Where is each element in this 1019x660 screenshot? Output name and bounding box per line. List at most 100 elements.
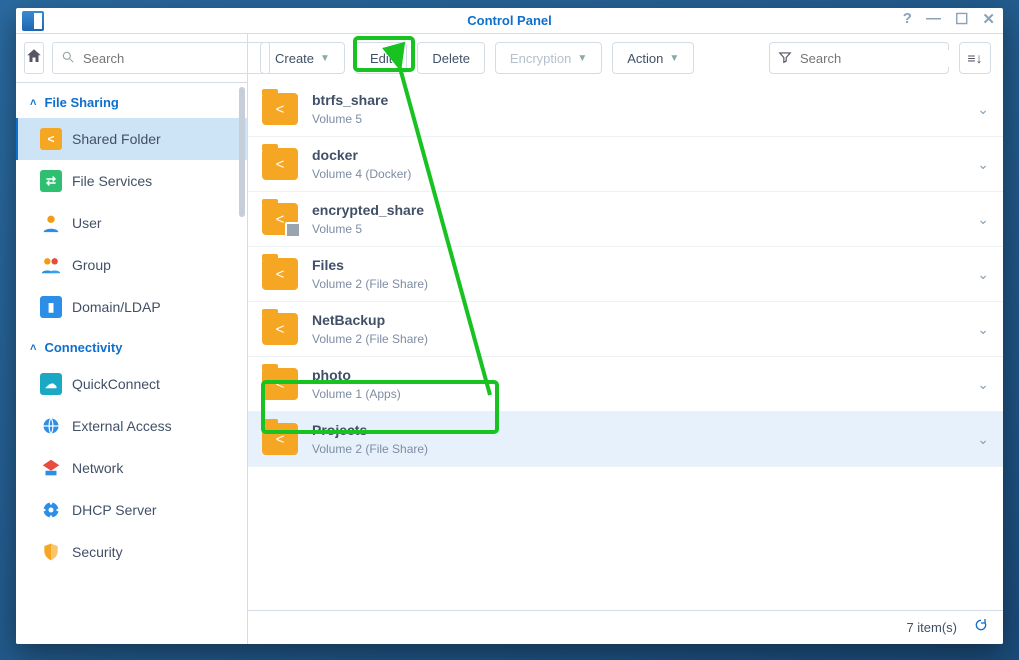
settings-toggle-button[interactable]: ≡↓	[959, 42, 991, 74]
network-icon	[40, 457, 62, 479]
folder-row[interactable]: < Files Volume 2 (File Share) ⌄	[248, 247, 1003, 302]
share-folder-icon: <	[40, 128, 62, 150]
sidebar-search-input[interactable]	[81, 50, 261, 67]
sidebar-item-user[interactable]: User	[16, 202, 247, 244]
maximize-button[interactable]: ☐	[955, 10, 968, 28]
folder-name: btrfs_share	[312, 92, 963, 108]
app-icon	[22, 11, 44, 31]
sidebar-item-label: Security	[72, 544, 123, 560]
sidebar-item-security[interactable]: Security	[16, 531, 247, 573]
chevron-up-icon: ˄	[30, 97, 36, 109]
chevron-down-icon[interactable]: ⌄	[977, 266, 989, 283]
caret-down-icon: ▼	[320, 53, 330, 64]
chevron-down-icon[interactable]: ⌄	[977, 211, 989, 228]
id-icon: ▮	[40, 296, 62, 318]
button-label: Delete	[432, 51, 470, 66]
home-icon	[25, 47, 43, 70]
toolbar-search[interactable]	[769, 42, 949, 74]
folder-sub: Volume 1 (Apps)	[312, 387, 963, 401]
folder-sub: Volume 5	[312, 222, 963, 236]
chevron-down-icon[interactable]: ⌄	[977, 156, 989, 173]
sidebar-item-label: External Access	[72, 418, 172, 434]
window: Control Panel ? — ☐ ✕	[16, 8, 1003, 644]
sidebar-item-network[interactable]: Network	[16, 447, 247, 489]
close-button[interactable]: ✕	[982, 10, 995, 28]
refresh-button[interactable]	[973, 617, 989, 638]
user-icon	[40, 212, 62, 234]
folder-sub: Volume 2 (File Share)	[312, 277, 963, 291]
section-header-connectivity[interactable]: ˄ Connectivity	[16, 328, 247, 363]
folder-name: Files	[312, 257, 963, 273]
sidebar-item-label: User	[72, 215, 102, 231]
folder-row[interactable]: < btrfs_share Volume 5 ⌄	[248, 82, 1003, 137]
share-folder-icon: <	[262, 148, 298, 180]
button-label: Create	[275, 51, 314, 66]
toolbar-search-input[interactable]	[798, 50, 978, 67]
folder-sub: Volume 2 (File Share)	[312, 442, 963, 456]
sidebar-item-label: File Services	[72, 173, 152, 189]
titlebar: Control Panel ? — ☐ ✕	[16, 8, 1003, 34]
button-label: Encryption	[510, 51, 571, 66]
shared-folder-list: < btrfs_share Volume 5 ⌄ < docker Volume 4 (Do…	[248, 82, 1003, 610]
action-button[interactable]: Action ▼	[612, 42, 694, 74]
chevron-up-icon: ˄	[30, 342, 36, 354]
sidebar-search[interactable]	[52, 42, 270, 74]
sidebar-item-domain-ldap[interactable]: ▮ Domain/LDAP	[16, 286, 247, 328]
sidebar-item-dhcp-server[interactable]: DHCP Server	[16, 489, 247, 531]
section-label: Connectivity	[44, 340, 122, 355]
folder-row[interactable]: < docker Volume 4 (Docker) ⌄	[248, 137, 1003, 192]
delete-button[interactable]: Delete	[417, 42, 485, 74]
group-icon	[40, 254, 62, 276]
caret-down-icon: ▼	[669, 53, 679, 64]
pin-button[interactable]: ?	[903, 10, 912, 28]
dhcp-icon	[40, 499, 62, 521]
sidebar-item-shared-folder[interactable]: < Shared Folder	[16, 118, 247, 160]
create-button[interactable]: Create ▼	[260, 42, 345, 74]
sidebar-list: ˄ File Sharing < Shared Folder ⇄ File Se…	[16, 83, 247, 644]
sidebar: ˄ File Sharing < Shared Folder ⇄ File Se…	[16, 34, 248, 644]
button-label: Edit	[370, 51, 392, 66]
sidebar-item-group[interactable]: Group	[16, 244, 247, 286]
section-label: File Sharing	[44, 95, 118, 110]
list-settings-icon: ≡↓	[967, 50, 982, 66]
chevron-down-icon[interactable]: ⌄	[977, 321, 989, 338]
sidebar-item-label: DHCP Server	[72, 502, 157, 518]
folder-row[interactable]: < Projects Volume 2 (File Share) ⌄	[248, 412, 1003, 467]
folder-row[interactable]: < photo Volume 1 (Apps) ⌄	[248, 357, 1003, 412]
filter-icon	[778, 50, 792, 67]
sidebar-item-label: Domain/LDAP	[72, 299, 161, 315]
folder-name: NetBackup	[312, 312, 963, 328]
minimize-button[interactable]: —	[926, 10, 941, 28]
sidebar-item-label: Shared Folder	[72, 131, 161, 147]
folder-row[interactable]: <NetBackupVolume 2 (File Share)⌄	[248, 302, 1003, 357]
button-label: Action	[627, 51, 663, 66]
chevron-down-icon[interactable]: ⌄	[977, 101, 989, 118]
chevron-down-icon[interactable]: ⌄	[977, 431, 989, 448]
share-folder-icon: <	[262, 423, 298, 455]
section-header-file-sharing[interactable]: ˄ File Sharing	[16, 83, 247, 118]
folder-name: Projects	[312, 422, 963, 438]
content: Create ▼ Edit Delete Encryption ▼ Action…	[248, 34, 1003, 644]
window-title: Control Panel	[467, 13, 552, 28]
folder-name: docker	[312, 147, 963, 163]
share-folder-icon: <	[262, 93, 298, 125]
scrollbar-thumb[interactable]	[239, 87, 245, 217]
item-count: 7 item(s)	[906, 620, 957, 635]
share-folder-icon: <	[262, 368, 298, 400]
home-button[interactable]	[24, 42, 44, 74]
folder-row[interactable]: <encrypted_shareVolume 5⌄	[248, 192, 1003, 247]
folder-name: photo	[312, 367, 963, 383]
share-folder-icon: <	[262, 313, 298, 345]
sidebar-item-file-services[interactable]: ⇄ File Services	[16, 160, 247, 202]
globe-icon	[40, 415, 62, 437]
sidebar-item-label: Group	[72, 257, 111, 273]
sidebar-item-external-access[interactable]: External Access	[16, 405, 247, 447]
edit-button[interactable]: Edit	[355, 42, 407, 74]
folder-sub: Volume 4 (Docker)	[312, 167, 963, 181]
chevron-down-icon[interactable]: ⌄	[977, 376, 989, 393]
encryption-button[interactable]: Encryption ▼	[495, 42, 602, 74]
share-folder-icon: <	[262, 258, 298, 290]
folder-sub: Volume 5	[312, 112, 963, 126]
sidebar-item-quickconnect[interactable]: ☁ QuickConnect	[16, 363, 247, 405]
statusbar: 7 item(s)	[248, 610, 1003, 644]
